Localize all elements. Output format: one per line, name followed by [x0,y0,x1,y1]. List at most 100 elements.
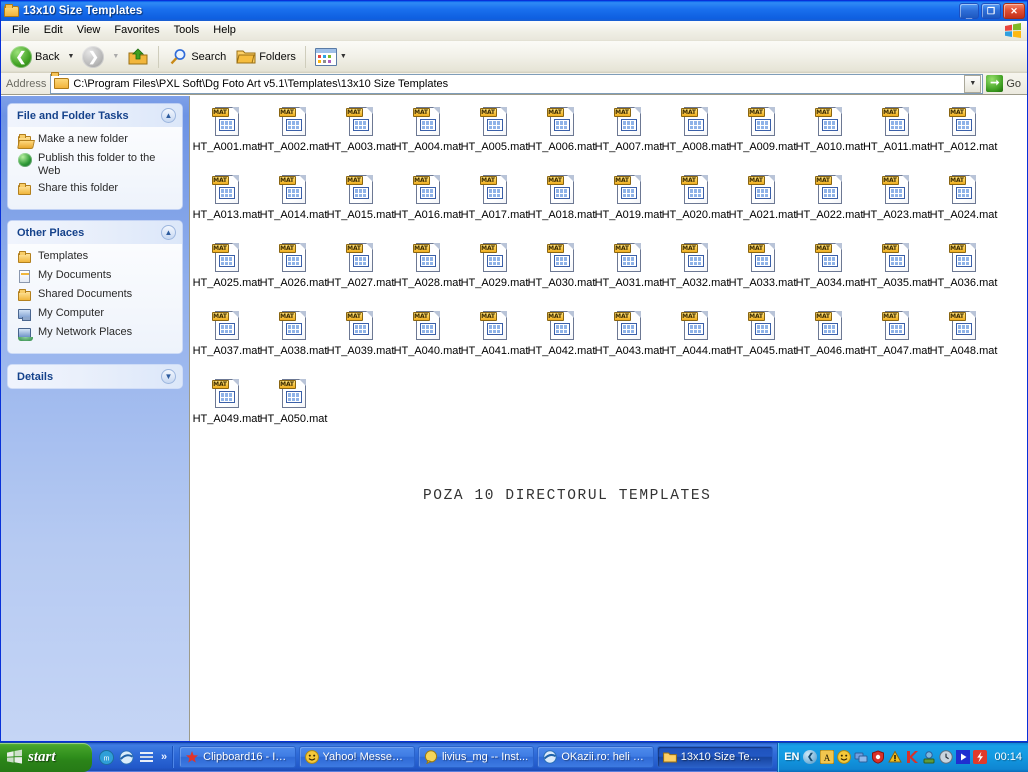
flash-updater-icon[interactable] [973,750,987,764]
show-desktop-icon[interactable] [139,750,154,765]
file-item[interactable]: MATHT_A041.mat [461,308,528,376]
file-item[interactable]: MATHT_A021.mat [729,172,796,240]
file-item[interactable]: MATHT_A008.mat [662,104,729,172]
file-item[interactable]: MATHT_A001.mat [193,104,260,172]
address-input[interactable]: C:\Program Files\PXL Soft\Dg Foto Art v5… [50,74,983,94]
file-item[interactable]: MATHT_A009.mat [729,104,796,172]
language-bar-icon[interactable]: A [820,750,834,764]
address-dropdown-button[interactable]: ▼ [964,75,981,93]
folders-button[interactable]: Folders [231,44,301,70]
file-item[interactable]: MATHT_A035.mat [863,240,930,308]
file-item[interactable]: MATHT_A039.mat [327,308,394,376]
taskbar-button[interactable]: Yahoo! Messenger [299,746,415,768]
collapse-chevron-icon[interactable]: ▲ [161,225,176,240]
menu-view[interactable]: View [70,22,108,40]
file-item[interactable]: MATHT_A033.mat [729,240,796,308]
restore-button[interactable]: ❐ [981,3,1001,19]
place-my-network-places[interactable]: My Network Places [17,326,174,341]
file-item[interactable]: MATHT_A012.mat [930,104,997,172]
msn-icon[interactable]: m [99,750,114,765]
file-item[interactable]: MATHT_A017.mat [461,172,528,240]
file-item[interactable]: MATHT_A028.mat [394,240,461,308]
file-item[interactable]: MATHT_A018.mat [528,172,595,240]
file-item[interactable]: MATHT_A032.mat [662,240,729,308]
place-templates[interactable]: Templates [17,250,174,265]
file-item[interactable]: MATHT_A016.mat [394,172,461,240]
panel-header[interactable]: Details ▼ [8,365,182,388]
menu-tools[interactable]: Tools [167,22,207,40]
kaspersky-icon[interactable] [905,750,919,764]
file-item[interactable]: MATHT_A031.mat [595,240,662,308]
file-item[interactable]: MATHT_A002.mat [260,104,327,172]
file-item[interactable]: MATHT_A007.mat [595,104,662,172]
task-share-this-folder[interactable]: Share this folder [17,182,174,197]
file-item[interactable]: MATHT_A040.mat [394,308,461,376]
file-item[interactable]: MATHT_A020.mat [662,172,729,240]
task-make-a-new-folder[interactable]: Make a new folder [17,133,174,148]
close-button[interactable]: ✕ [1003,3,1025,19]
language-indicator[interactable]: EN [784,751,799,763]
back-dropdown-icon[interactable]: ▼ [67,53,74,60]
file-item[interactable]: MATHT_A047.mat [863,308,930,376]
file-item[interactable]: MATHT_A034.mat [796,240,863,308]
quicklaunch-overflow-icon[interactable]: » [161,751,167,763]
clock-tray-icon[interactable] [939,750,953,764]
views-dropdown-icon[interactable]: ▼ [340,53,347,60]
file-item[interactable]: MATHT_A026.mat [260,240,327,308]
views-button[interactable]: ▼ [310,44,355,70]
taskbar-button[interactable]: Clipboard16 - Irf... [179,746,295,768]
place-my-documents[interactable]: My Documents [17,269,174,284]
back-button[interactable]: ❮ Back [5,44,64,70]
file-item[interactable]: MATHT_A024.mat [930,172,997,240]
file-item[interactable]: MATHT_A046.mat [796,308,863,376]
file-list-pane[interactable]: MATHT_A001.matMATHT_A002.matMATHT_A003.m… [189,96,1027,741]
menu-favorites[interactable]: Favorites [107,22,166,40]
place-shared-documents[interactable]: Shared Documents [17,288,174,303]
internet-explorer-icon[interactable] [119,750,134,765]
network-icon[interactable] [854,750,868,764]
media-player-icon[interactable] [956,750,970,764]
file-item[interactable]: MATHT_A027.mat [327,240,394,308]
up-button[interactable] [122,44,154,70]
file-item[interactable]: MATHT_A013.mat [193,172,260,240]
panel-header[interactable]: File and Folder Tasks ▲ [8,104,182,127]
expand-chevron-icon[interactable]: ▼ [161,369,176,384]
file-item[interactable]: MATHT_A003.mat [327,104,394,172]
file-item[interactable]: MATHT_A004.mat [394,104,461,172]
menu-help[interactable]: Help [206,22,243,40]
panel-header[interactable]: Other Places ▲ [8,221,182,244]
file-item[interactable]: MATHT_A022.mat [796,172,863,240]
antivirus-icon[interactable] [871,750,885,764]
file-item[interactable]: MATHT_A030.mat [528,240,595,308]
forward-button[interactable]: ❯ [77,44,109,70]
file-item[interactable]: MATHT_A005.mat [461,104,528,172]
file-item[interactable]: MATHT_A036.mat [930,240,997,308]
file-item[interactable]: MATHT_A011.mat [863,104,930,172]
start-button[interactable]: start [0,743,92,772]
go-button[interactable]: ➞ Go [983,75,1025,92]
warning-icon[interactable] [888,750,902,764]
file-item[interactable]: MATHT_A025.mat [193,240,260,308]
file-item[interactable]: MATHT_A038.mat [260,308,327,376]
file-item[interactable]: MATHT_A006.mat [528,104,595,172]
search-button[interactable]: Search [163,44,231,70]
file-item[interactable]: MATHT_A049.mat [193,376,260,444]
task-publish-this-folder-to-the-web[interactable]: Publish this folder to the Web [17,152,174,178]
file-item[interactable]: MATHT_A042.mat [528,308,595,376]
place-my-computer[interactable]: My Computer [17,307,174,322]
taskbar-button[interactable]: OKazii.ro: heli ho... [537,746,653,768]
file-item[interactable]: MATHT_A050.mat [260,376,327,444]
minimize-button[interactable]: _ [959,3,979,19]
file-item[interactable]: MATHT_A014.mat [260,172,327,240]
file-item[interactable]: MATHT_A043.mat [595,308,662,376]
file-item[interactable]: MATHT_A037.mat [193,308,260,376]
file-item[interactable]: MATHT_A010.mat [796,104,863,172]
file-item[interactable]: MATHT_A048.mat [930,308,997,376]
clock[interactable]: 00:14 [994,751,1022,763]
menu-file[interactable]: File [5,22,37,40]
yahoo-messenger-icon[interactable] [837,750,851,764]
file-item[interactable]: MATHT_A023.mat [863,172,930,240]
file-item[interactable]: MATHT_A019.mat [595,172,662,240]
network-monitor-icon[interactable] [922,750,936,764]
collapse-chevron-icon[interactable]: ▲ [161,108,176,123]
